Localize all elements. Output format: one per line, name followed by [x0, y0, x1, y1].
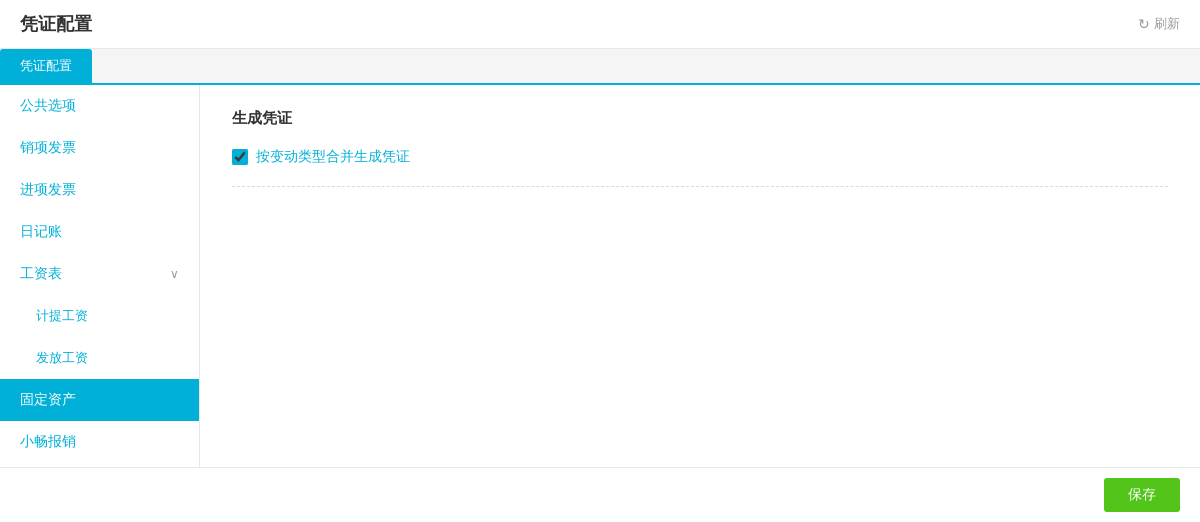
checkbox-row: 按变动类型合并生成凭证 — [232, 148, 1168, 166]
sidebar-item-payroll-issue[interactable]: 发放工资 — [0, 337, 199, 379]
sidebar-item-expense[interactable]: 小畅报销 — [0, 421, 199, 463]
chevron-down-icon: ∨ — [170, 267, 179, 281]
merge-checkbox-label[interactable]: 按变动类型合并生成凭证 — [256, 148, 410, 166]
sidebar-item-label: 进项发票 — [20, 181, 76, 199]
merge-checkbox[interactable] — [232, 149, 248, 165]
section-title: 生成凭证 — [232, 109, 1168, 128]
sidebar-item-label: 销项发票 — [20, 139, 76, 157]
page-footer: 保存 — [0, 467, 1200, 522]
sidebar-item-label: 日记账 — [20, 223, 62, 241]
refresh-icon: ↻ — [1138, 16, 1150, 32]
refresh-label: 刷新 — [1154, 15, 1180, 33]
tab-bar: 凭证配置 — [0, 49, 1200, 85]
sidebar-item-fixed-assets[interactable]: 固定资产 — [0, 379, 199, 421]
sidebar-item-purchase-invoice[interactable]: 进项发票 — [0, 169, 199, 211]
refresh-button[interactable]: ↻ 刷新 — [1138, 15, 1180, 33]
sidebar-item-label: 公共选项 — [20, 97, 76, 115]
content-area: 生成凭证 按变动类型合并生成凭证 — [200, 85, 1200, 467]
page-header: 凭证配置 ↻ 刷新 — [0, 0, 1200, 49]
sidebar-item-label: 固定资产 — [20, 391, 76, 409]
sidebar-item-payroll[interactable]: 工资表 ∨ — [0, 253, 199, 295]
sidebar-item-label: 发放工资 — [36, 349, 88, 367]
sidebar-item-journal[interactable]: 日记账 — [0, 211, 199, 253]
sidebar-item-label: 小畅报销 — [20, 433, 76, 451]
sidebar-item-payroll-calc[interactable]: 计提工资 — [0, 295, 199, 337]
tab-voucher-config[interactable]: 凭证配置 — [0, 49, 92, 83]
sidebar-item-sales-invoice[interactable]: 销项发票 — [0, 127, 199, 169]
main-container: 公共选项销项发票进项发票日记账工资表 ∨ 计提工资发放工资固定资产小畅报销 生成凭证… — [0, 85, 1200, 467]
tab-label: 凭证配置 — [20, 58, 72, 73]
save-button[interactable]: 保存 — [1104, 478, 1180, 512]
sidebar: 公共选项销项发票进项发票日记账工资表 ∨ 计提工资发放工资固定资产小畅报销 — [0, 85, 200, 467]
sidebar-item-label: 计提工资 — [36, 307, 88, 325]
sidebar-item-label: 工资表 — [20, 265, 62, 283]
section-divider — [232, 186, 1168, 187]
sidebar-item-public[interactable]: 公共选项 — [0, 85, 199, 127]
page-title: 凭证配置 — [20, 12, 92, 36]
